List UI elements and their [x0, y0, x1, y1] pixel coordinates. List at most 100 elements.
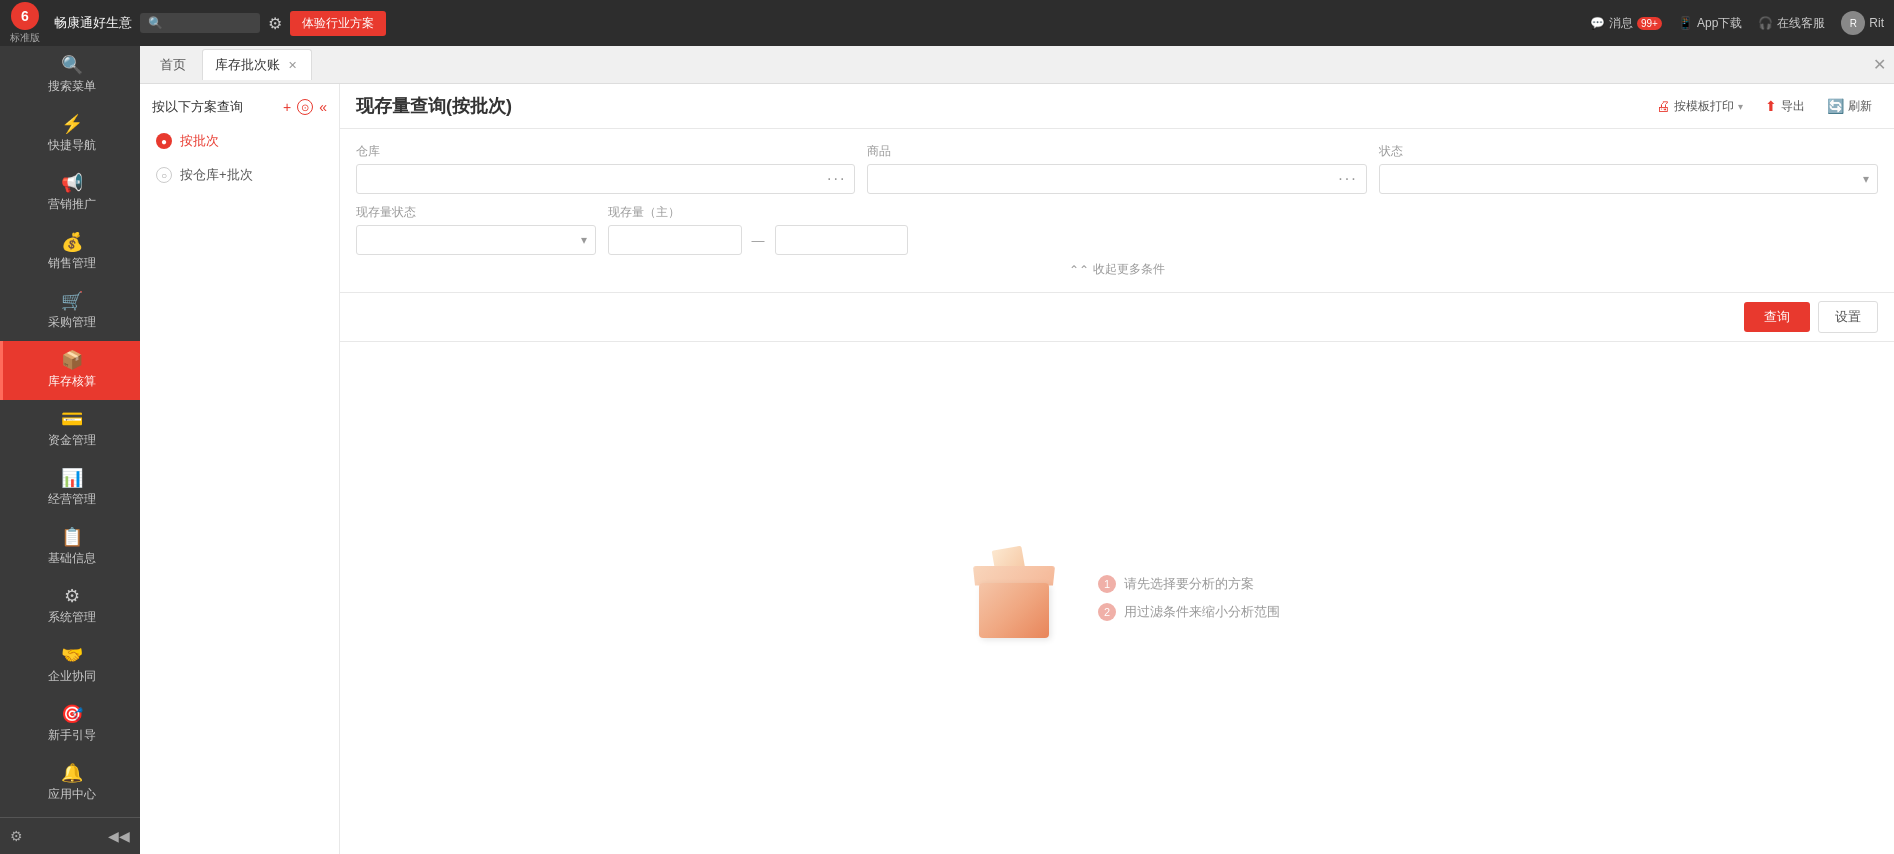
sidebar-bottom: ⚙ ◀◀: [0, 817, 140, 854]
tip-2-num: 2: [1098, 603, 1116, 621]
sidebar-settings-btn[interactable]: ⚙: [10, 828, 23, 844]
tab-bar: 首页 库存批次账 ✕ ✕: [140, 46, 1894, 84]
warehouse-label: 仓库: [356, 143, 855, 160]
user-name: Rit: [1869, 16, 1884, 30]
filter-item-dot-active: ●: [156, 133, 172, 149]
sidebar-item-enterprise[interactable]: 🤝 企业协同: [0, 636, 140, 695]
operations-icon: 📊: [61, 469, 83, 487]
refresh-icon: 🔄: [1827, 98, 1844, 114]
sidebar-item-marketing[interactable]: 📢 营销推广: [0, 164, 140, 223]
filter-item-label: 按批次: [180, 132, 219, 150]
sidebar-item-label: 搜索菜单: [48, 78, 96, 95]
sidebar-item-basic[interactable]: 📋 基础信息: [0, 518, 140, 577]
inventory-qty-field: 现存量（主） —: [608, 204, 908, 255]
top-bar-left: 6 标准版 畅康通好生意 🔍 ⚙ 体验行业方案: [10, 2, 1582, 45]
sidebar-item-label: 应用中心: [48, 786, 96, 803]
sidebar-item-finance[interactable]: 💳 资金管理: [0, 400, 140, 459]
phone-icon: 📱: [1678, 16, 1693, 30]
inventory-status-field: 现存量状态 ▾: [356, 204, 596, 255]
filter-add-btn[interactable]: +: [283, 99, 291, 115]
inventory-qty-max-input[interactable]: [775, 225, 909, 255]
refresh-label: 刷新: [1848, 98, 1872, 115]
page-content: 按以下方案查询 + ⊙ « ● 按批次 ○ 按仓库+批次: [140, 84, 1894, 854]
sidebar-item-label: 营销推广: [48, 196, 96, 213]
filter-settings-btn[interactable]: ⊙: [297, 99, 313, 115]
print-icon: 🖨: [1656, 98, 1670, 114]
quick-nav-icon: ⚡: [61, 115, 83, 133]
sidebar-item-label: 销售管理: [48, 255, 96, 272]
filter-item-label: 按仓库+批次: [180, 166, 253, 184]
print-template-btn[interactable]: 🖨 按模板打印 ▾: [1650, 95, 1749, 118]
basic-icon: 📋: [61, 528, 83, 546]
empty-state: 1 请先选择要分析的方案 2 用过滤条件来缩小分析范围: [340, 342, 1894, 854]
filter-item-by-batch[interactable]: ● 按批次: [140, 124, 339, 158]
product-input[interactable]: ···: [867, 164, 1366, 194]
warehouse-dots: ···: [827, 170, 846, 188]
marketing-icon: 📢: [61, 174, 83, 192]
product-label: 商品: [867, 143, 1366, 160]
settings-icon[interactable]: ⚙: [268, 14, 282, 33]
collapse-label: 收起更多条件: [1093, 261, 1165, 278]
filter-collapse-btn[interactable]: «: [319, 99, 327, 115]
sidebar-item-search[interactable]: 🔍 搜索菜单: [0, 46, 140, 105]
tab-bar-close-btn[interactable]: ✕: [1873, 55, 1886, 74]
messages-btn[interactable]: 💬 消息 99+: [1590, 15, 1662, 32]
version-tag: 标准版: [10, 31, 40, 45]
message-icon: 💬: [1590, 16, 1605, 30]
sidebar-item-label: 新手引导: [48, 727, 96, 744]
product-dots: ···: [1338, 170, 1357, 188]
status-label: 状态: [1379, 143, 1878, 160]
content-area: 首页 库存批次账 ✕ ✕ 按以下方案查询 + ⊙ «: [140, 46, 1894, 854]
empty-tip-2: 2 用过滤条件来缩小分析范围: [1098, 603, 1280, 621]
product-field: 商品 ···: [867, 143, 1366, 194]
filter-panel-title: 按以下方案查询: [152, 98, 243, 116]
sidebar-item-app-center[interactable]: 🔔 应用中心: [0, 754, 140, 813]
sidebar-item-system[interactable]: ⚙ 系统管理: [0, 577, 140, 636]
query-btn[interactable]: 查询: [1744, 302, 1810, 332]
tab-batch-account[interactable]: 库存批次账 ✕: [202, 49, 312, 80]
app-center-icon: 🔔: [61, 764, 83, 782]
collapse-conditions-btn[interactable]: ⌃⌃ 收起更多条件: [356, 255, 1878, 284]
inventory-status-input[interactable]: ▾: [356, 225, 596, 255]
purchase-icon: 🛒: [61, 292, 83, 310]
sidebar-item-operations[interactable]: 📊 经营管理: [0, 459, 140, 518]
page-header: 现存量查询(按批次) 🖨 按模板打印 ▾ ⬆ 导出 🔄: [340, 84, 1894, 129]
inventory-icon: 📦: [61, 351, 83, 369]
inventory-status-dropdown-icon: ▾: [581, 233, 587, 247]
sidebar-item-label: 资金管理: [48, 432, 96, 449]
action-row: 查询 设置: [340, 293, 1894, 342]
tab-close-btn[interactable]: ✕: [286, 59, 299, 72]
warehouse-field: 仓库 ···: [356, 143, 855, 194]
sidebar-item-sales[interactable]: 💰 销售管理: [0, 223, 140, 282]
status-field: 状态 ▾: [1379, 143, 1878, 194]
search-icon: 🔍: [61, 56, 83, 74]
main-layout: 🔍 搜索菜单 ⚡ 快捷导航 📢 营销推广 💰 销售管理 🛒 采购管理 📦: [0, 46, 1894, 854]
guide-icon: 🎯: [61, 705, 83, 723]
inventory-qty-min-input[interactable]: [608, 225, 742, 255]
warehouse-input[interactable]: ···: [356, 164, 855, 194]
sidebar-item-purchase[interactable]: 🛒 采购管理: [0, 282, 140, 341]
inventory-qty-label: 现存量（主）: [608, 204, 908, 221]
sidebar-item-guide[interactable]: 🎯 新手引导: [0, 695, 140, 754]
status-input[interactable]: ▾: [1379, 164, 1878, 194]
top-search-bar[interactable]: 🔍: [140, 13, 260, 33]
filter-item-by-warehouse-batch[interactable]: ○ 按仓库+批次: [140, 158, 339, 192]
refresh-btn[interactable]: 🔄 刷新: [1821, 95, 1878, 118]
tab-home[interactable]: 首页: [148, 50, 198, 80]
box-body: [979, 583, 1049, 638]
export-btn[interactable]: ⬆ 导出: [1759, 95, 1811, 118]
sidebar-item-inventory[interactable]: 📦 库存核算: [0, 341, 140, 400]
sidebar-item-quick-nav[interactable]: ⚡ 快捷导航: [0, 105, 140, 164]
messages-badge: 99+: [1637, 17, 1662, 30]
online-service-btn[interactable]: 🎧 在线客服: [1758, 15, 1825, 32]
filter-item-dot-inactive: ○: [156, 167, 172, 183]
empty-tip-1: 1 请先选择要分析的方案: [1098, 575, 1280, 593]
finance-icon: 💳: [61, 410, 83, 428]
sidebar-collapse-btn[interactable]: ◀◀: [108, 828, 130, 844]
settings-btn[interactable]: 设置: [1818, 301, 1878, 333]
trial-btn[interactable]: 体验行业方案: [290, 11, 386, 36]
app-download-btn[interactable]: 📱 App下载: [1678, 15, 1742, 32]
online-service-label: 在线客服: [1777, 15, 1825, 32]
user-area[interactable]: R Rit: [1841, 11, 1884, 35]
filter-panel-header: 按以下方案查询 + ⊙ «: [140, 94, 339, 124]
